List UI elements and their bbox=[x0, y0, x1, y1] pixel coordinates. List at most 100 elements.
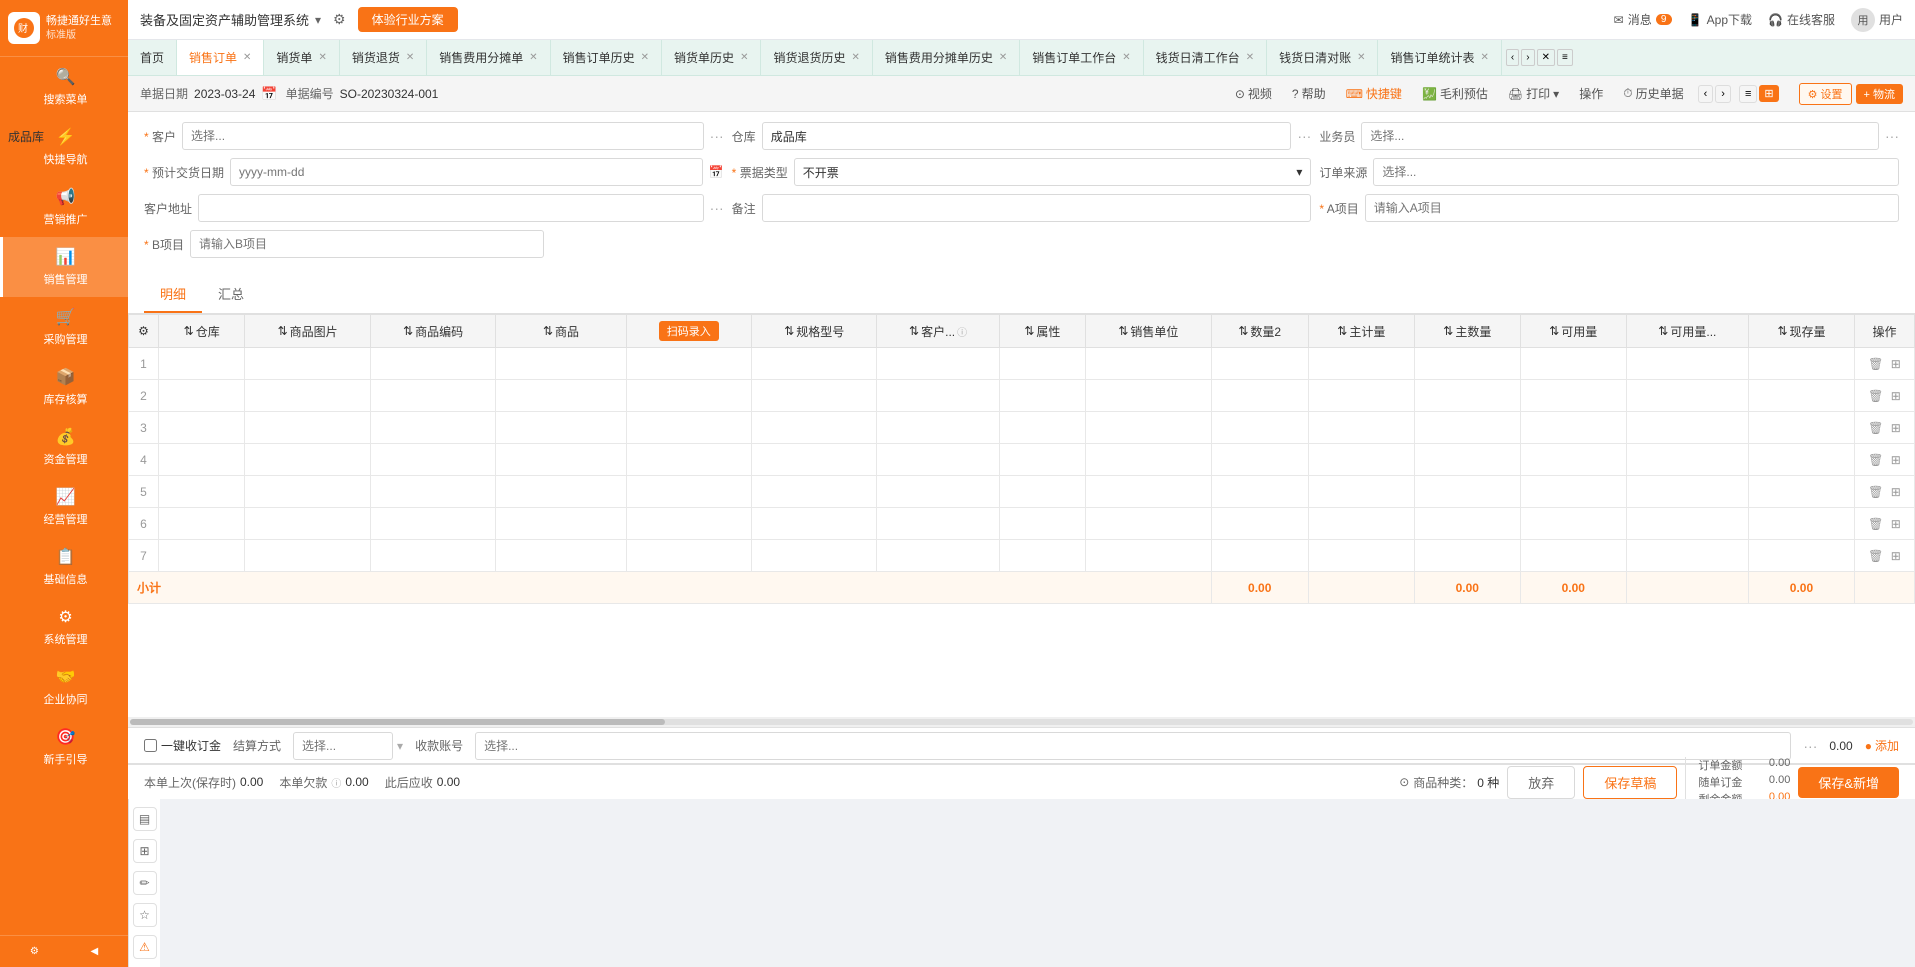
cell-main-unit[interactable] bbox=[1308, 348, 1414, 380]
cell-main-qty[interactable] bbox=[1414, 540, 1520, 572]
cell-code[interactable] bbox=[370, 348, 495, 380]
tab-slip-history[interactable]: 销货单历史 ✕ bbox=[662, 40, 761, 76]
chevron-down-icon[interactable]: ▾ bbox=[1553, 87, 1559, 101]
sidebar-item-purchase[interactable]: 🛒 采购管理 bbox=[0, 297, 128, 357]
calendar-icon[interactable]: 📅 bbox=[261, 86, 277, 102]
copy-icon[interactable]: ⊞ bbox=[1891, 485, 1901, 499]
tab-close-icon[interactable]: ✕ bbox=[243, 52, 251, 63]
cell-unit[interactable] bbox=[1086, 508, 1211, 540]
th-image[interactable]: ⇅ 商品图片 bbox=[245, 315, 370, 348]
cell-code[interactable] bbox=[370, 444, 495, 476]
action-btn[interactable]: 操作 bbox=[1573, 83, 1609, 104]
cell-stock[interactable] bbox=[1748, 444, 1854, 476]
tabs-close-all[interactable]: ✕ bbox=[1537, 49, 1555, 66]
th-code[interactable]: ⇅ 商品编码 bbox=[370, 315, 495, 348]
cell-stock[interactable] bbox=[1748, 380, 1854, 412]
cell-available[interactable] bbox=[1520, 412, 1626, 444]
copy-icon[interactable]: ⊞ bbox=[1891, 357, 1901, 371]
customer-input[interactable] bbox=[182, 122, 704, 150]
cell-attr[interactable] bbox=[999, 444, 1085, 476]
cell-qty2[interactable] bbox=[1211, 476, 1308, 508]
th-stock[interactable]: ⇅ 现存量 bbox=[1748, 315, 1854, 348]
cell-attr[interactable] bbox=[999, 348, 1085, 380]
cell-product[interactable] bbox=[496, 348, 626, 380]
cell-attr[interactable] bbox=[999, 412, 1085, 444]
cell-customer-code[interactable] bbox=[877, 508, 999, 540]
sidebar-item-inventory[interactable]: 📦 库存核算 bbox=[0, 357, 128, 417]
cell-main-unit[interactable] bbox=[1308, 540, 1414, 572]
th-settings[interactable]: ⚙ bbox=[129, 315, 159, 348]
cell-warehouse[interactable] bbox=[159, 380, 245, 412]
view-btn[interactable]: ⊙ 视频 bbox=[1229, 83, 1278, 104]
cell-available[interactable] bbox=[1520, 380, 1626, 412]
cell-warehouse[interactable] bbox=[159, 476, 245, 508]
th-attr[interactable]: ⇅ 属性 bbox=[999, 315, 1085, 348]
copy-icon[interactable]: ⊞ bbox=[1891, 549, 1901, 563]
cell-unit[interactable] bbox=[1086, 476, 1211, 508]
address-input[interactable] bbox=[198, 194, 704, 222]
tab-close-icon[interactable]: ✕ bbox=[999, 52, 1007, 63]
delete-icon[interactable]: 🗑 bbox=[1868, 549, 1883, 563]
th-product[interactable]: ⇅ 商品 bbox=[496, 315, 626, 348]
cell-qty2[interactable] bbox=[1211, 508, 1308, 540]
sidebar-item-marketing[interactable]: 📢 营销推广 bbox=[0, 177, 128, 237]
tab-cash-reconcile[interactable]: 钱货日清对账 ✕ bbox=[1267, 40, 1378, 76]
sidebar-item-guide[interactable]: 🎯 新手引导 bbox=[0, 717, 128, 777]
cell-main-unit[interactable] bbox=[1308, 508, 1414, 540]
cell-product[interactable] bbox=[496, 476, 626, 508]
payment-method-input[interactable] bbox=[293, 732, 393, 760]
cell-customer-code[interactable] bbox=[877, 444, 999, 476]
view-grid-btn[interactable]: ⊞ bbox=[1759, 85, 1778, 102]
sidebar-item-finance[interactable]: 💰 资金管理 bbox=[0, 417, 128, 477]
th-main-qty[interactable]: ⇅ 主数量 bbox=[1414, 315, 1520, 348]
cell-spec[interactable] bbox=[751, 444, 876, 476]
tab-close-icon[interactable]: ✕ bbox=[641, 52, 649, 63]
cell-spec[interactable] bbox=[751, 412, 876, 444]
solution-button[interactable]: 体验行业方案 bbox=[358, 7, 458, 32]
nav-next[interactable]: › bbox=[1715, 85, 1731, 103]
sidebar-item-collab[interactable]: 🤝 企业协同 bbox=[0, 657, 128, 717]
th-warehouse[interactable]: ⇅ 仓库 bbox=[159, 315, 245, 348]
horizontal-scrollbar[interactable] bbox=[128, 717, 1915, 727]
cell-stock[interactable] bbox=[1748, 508, 1854, 540]
copy-icon[interactable]: ⊞ bbox=[1891, 517, 1901, 531]
sidebar-item-search[interactable]: 🔍 搜索菜单 bbox=[0, 57, 128, 117]
account-more[interactable]: ··· bbox=[1803, 738, 1817, 754]
settings-btn[interactable]: ⚙ 设置 bbox=[1799, 83, 1852, 105]
cell-available[interactable] bbox=[1520, 476, 1626, 508]
rp-alert-icon[interactable]: ⚠ bbox=[133, 935, 157, 959]
cell-available2[interactable] bbox=[1626, 476, 1748, 508]
help-btn[interactable]: ? 帮助 bbox=[1286, 83, 1332, 104]
tab-sales-slip[interactable]: 销货单 ✕ bbox=[264, 40, 339, 76]
cell-code[interactable] bbox=[370, 508, 495, 540]
a-project-input[interactable] bbox=[1365, 194, 1899, 222]
cell-main-qty[interactable] bbox=[1414, 380, 1520, 412]
cell-available2[interactable] bbox=[1626, 412, 1748, 444]
cell-available[interactable] bbox=[1520, 444, 1626, 476]
sidebar-settings[interactable]: ⚙ bbox=[30, 946, 39, 957]
cell-qty2[interactable] bbox=[1211, 380, 1308, 412]
tab-expense-history[interactable]: 销售费用分摊单历史 ✕ bbox=[873, 40, 1020, 76]
cell-spec[interactable] bbox=[751, 476, 876, 508]
cell-main-unit[interactable] bbox=[1308, 476, 1414, 508]
cell-main-unit[interactable] bbox=[1308, 444, 1414, 476]
rp-list-icon[interactable]: ▤ bbox=[133, 807, 157, 831]
nav-prev[interactable]: ‹ bbox=[1698, 85, 1714, 103]
one-click-checkbox[interactable] bbox=[144, 739, 157, 752]
cell-unit[interactable] bbox=[1086, 412, 1211, 444]
scan-button[interactable]: 扫码录入 bbox=[659, 321, 719, 341]
delete-icon[interactable]: 🗑 bbox=[1868, 517, 1883, 531]
th-customer-code[interactable]: ⇅ 客户... ⓘ bbox=[877, 315, 999, 348]
cell-main-unit[interactable] bbox=[1308, 412, 1414, 444]
tab-close-icon[interactable]: ✕ bbox=[1481, 52, 1489, 63]
title-dropdown[interactable]: ▾ bbox=[315, 13, 321, 27]
delete-icon[interactable]: 🗑 bbox=[1868, 453, 1883, 467]
add-payment-btn[interactable]: ● 添加 bbox=[1865, 737, 1899, 754]
cell-warehouse[interactable] bbox=[159, 412, 245, 444]
th-spec[interactable]: ⇅ 规格型号 bbox=[751, 315, 876, 348]
cell-product[interactable] bbox=[496, 412, 626, 444]
cell-customer-code[interactable] bbox=[877, 476, 999, 508]
cell-attr[interactable] bbox=[999, 476, 1085, 508]
tab-close-icon[interactable]: ✕ bbox=[1357, 52, 1365, 63]
draft-button[interactable]: 保存草稿 bbox=[1583, 766, 1677, 799]
